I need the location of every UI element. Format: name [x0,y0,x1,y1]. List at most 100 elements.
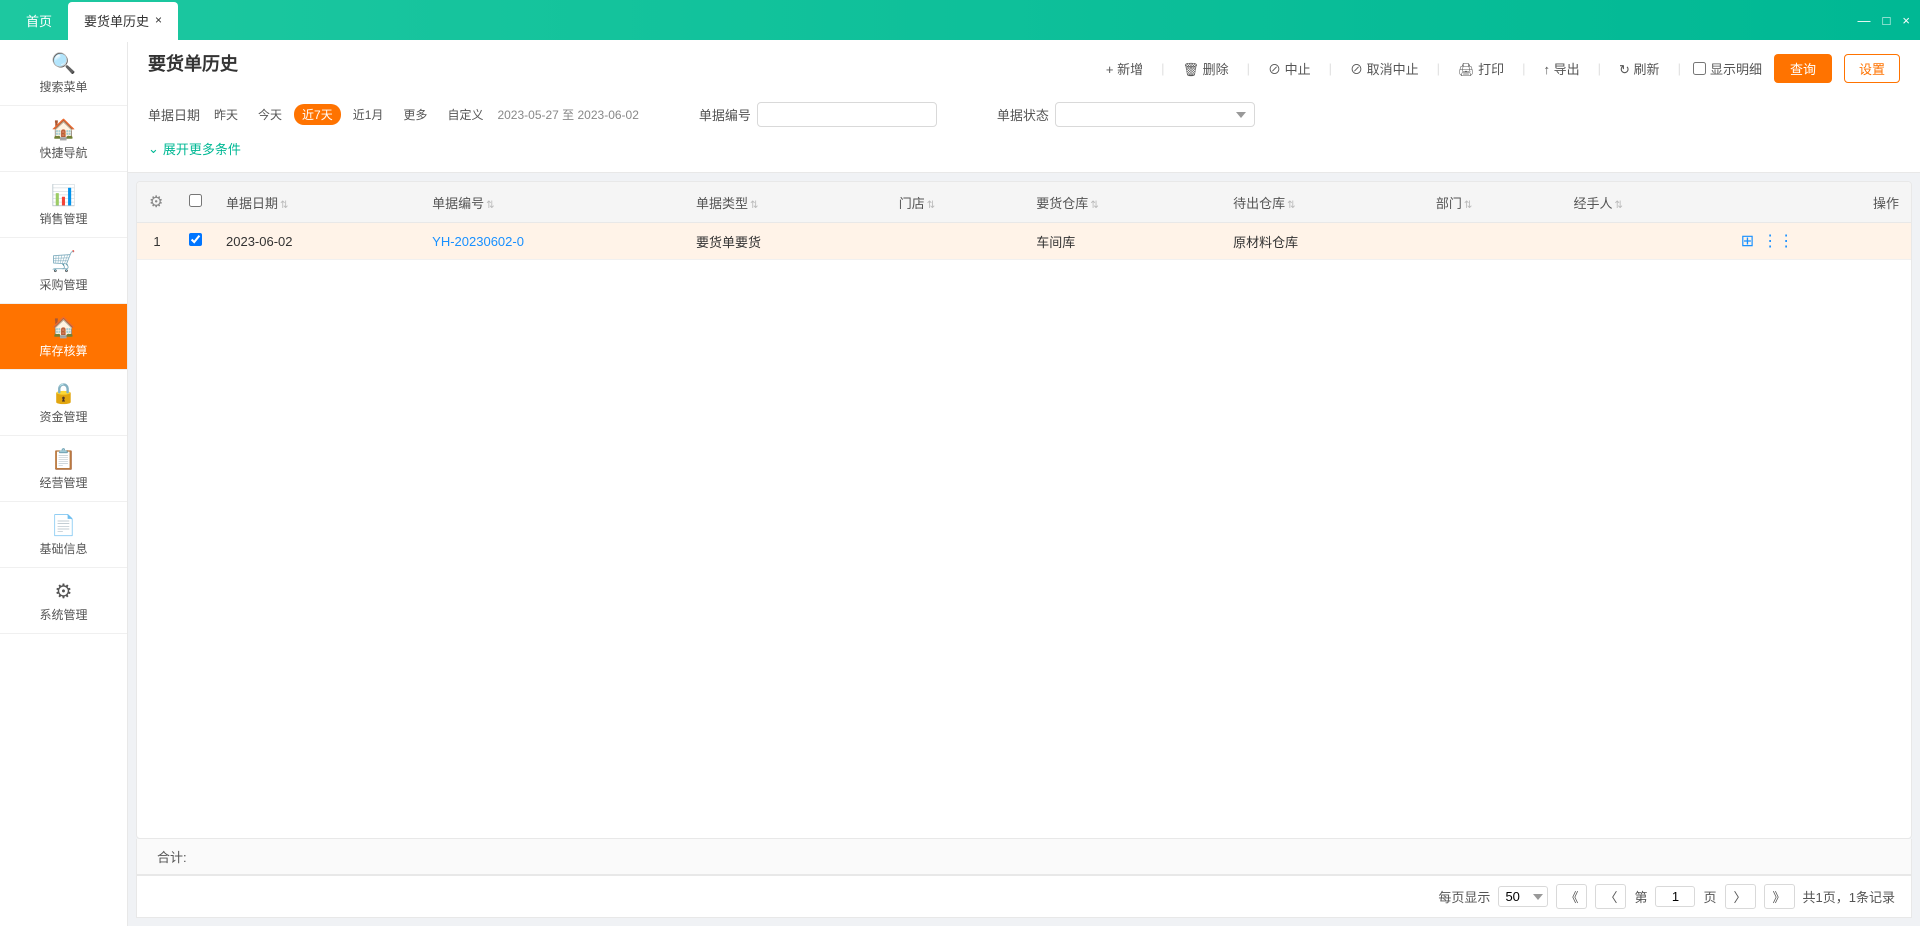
show-detail-checkbox[interactable] [1693,62,1706,75]
cancel-stop-button[interactable]: ⊘ 取消中止 [1344,55,1425,82]
th-handler: 经手人⇅ [1561,182,1728,223]
sidebar-item-shortcuts[interactable]: 🏠 快捷导航 [0,106,127,172]
row-checkbox[interactable] [189,233,202,246]
sidebar-item-purchase[interactable]: 🛒 采购管理 [0,238,127,304]
row-num: 1 [137,223,177,260]
date-opt-1month[interactable]: 近1月 [345,104,392,125]
th-store-label: 门店 [899,196,925,211]
sidebar-item-operations[interactable]: 📋 经营管理 [0,436,127,502]
view-action-icon[interactable]: ⊞ [1741,231,1754,251]
next-page-button[interactable]: 〉 [1725,884,1756,909]
doc-status-select[interactable] [1055,102,1255,127]
minimize-btn[interactable]: — [1858,13,1871,28]
prev-page-button[interactable]: 〈 [1595,884,1626,909]
sidebar-label-system: 系统管理 [39,606,87,623]
close-btn[interactable]: × [1902,13,1910,28]
query-button[interactable]: 查询 [1774,54,1832,83]
date-filter-label: 单据日期 [148,105,200,124]
th-doc-date: 单据日期⇅ [214,182,420,223]
row-checkbox-cell[interactable] [177,223,214,260]
print-button[interactable]: 🖨 打印 [1452,55,1510,82]
sidebar-item-sales[interactable]: 📊 销售管理 [0,172,127,238]
clipboard-icon: 📋 [51,450,76,470]
date-opt-custom[interactable]: 自定义 [439,104,491,125]
th-doc-type: 单据类型⇅ [684,182,887,223]
sidebar-label-purchase: 采购管理 [39,276,87,293]
th-doc-number-label: 单据编号 [432,196,484,211]
table-row[interactable]: 1 2023-06-02 YH-20230602-0 要货单要货 车间库 原材料… [137,223,1911,260]
cell-department [1424,223,1562,260]
gear-icon: ⚙ [55,582,73,602]
cell-handler [1561,223,1728,260]
th-action: 操作 [1729,182,1911,223]
cell-action: ⊞ ⋮⋮ [1729,223,1911,260]
filter-group-doc-number: 单据编号 [699,102,937,127]
first-page-button[interactable]: 《 [1556,884,1587,909]
maximize-btn[interactable]: □ [1883,13,1891,28]
jump-label: 第 [1634,887,1647,906]
cell-store [887,223,1025,260]
date-opt-7days[interactable]: 近7天 [294,104,341,125]
expand-more-button[interactable]: ⌄ 展开更多条件 [148,135,241,162]
settings-button[interactable]: 设置 [1844,54,1900,83]
inventory-icon: 🏠 [51,318,76,338]
tab-requisition-history[interactable]: 要货单历史 × [68,2,178,42]
export-button[interactable]: ↑ 导出 [1538,55,1586,82]
sidebar-item-inventory[interactable]: 🏠 库存核算 [0,304,127,370]
show-detail-toggle[interactable]: 显示明细 [1693,59,1762,78]
tab-home[interactable]: 首页 [10,0,68,40]
page-suffix: 页 [1703,887,1716,906]
date-opt-today[interactable]: 今天 [250,104,290,125]
doc-number-label: 单据编号 [699,105,751,124]
sort-icon-handler: ⇅ [1615,200,1623,211]
date-opt-more[interactable]: 更多 [395,104,435,125]
new-button[interactable]: + 新增 [1100,55,1149,82]
sidebar-item-basic[interactable]: 📄 基础信息 [0,502,127,568]
total-info: 共1页，1条记录 [1803,887,1895,906]
th-handler-label: 经手人 [1573,196,1612,211]
table-footer: 合计: [136,839,1912,875]
filter-group-doc-status: 单据状态 [997,102,1255,127]
cell-doc-number: YH-20230602-0 [420,223,684,260]
sidebar: 🔍 搜索菜单 🏠 快捷导航 📊 销售管理 🛒 采购管理 🏠 库存核算 🔒 资金管… [0,40,128,926]
total-label: 合计: [157,850,187,865]
last-page-button[interactable]: 》 [1764,884,1795,909]
delete-button[interactable]: 🗑 删除 [1176,55,1234,82]
sidebar-item-finance[interactable]: 🔒 资金管理 [0,370,127,436]
per-page-select[interactable]: 20 50 100 [1498,886,1548,907]
sidebar-item-system[interactable]: ⚙ 系统管理 [0,568,127,634]
data-table: ⚙ 单据日期⇅ 单据编号 ⇅ 单据类型⇅ [137,182,1911,260]
cell-req-warehouse: 车间库 [1024,223,1221,260]
sidebar-label-search: 搜索菜单 [39,78,87,95]
more-action-icon[interactable]: ⋮⋮ [1762,231,1794,251]
stop-button[interactable]: ⊘ 中止 [1262,55,1317,82]
sort-icon-department: ⇅ [1464,200,1472,211]
row-action-icons: ⊞ ⋮⋮ [1741,231,1899,251]
window-controls: — □ × [1858,13,1910,28]
page-header-toolbar: 要货单历史 + 新增 | 🗑 删除 | ⊘ 中止 | ⊘ 取消中止 | 🖨 打印… [128,40,1920,92]
refresh-button[interactable]: ↻ 刷新 [1613,55,1666,82]
th-settings[interactable]: ⚙ [137,182,177,223]
data-table-container: ⚙ 单据日期⇅ 单据编号 ⇅ 单据类型⇅ [136,181,1912,839]
expand-more-icon: ⌄ [148,141,159,157]
search-icon: 🔍 [51,54,76,74]
lock-icon: 🔒 [51,384,76,404]
doc-number-link[interactable]: YH-20230602-0 [432,234,524,249]
sort-icon-req-warehouse: ⇅ [1090,200,1098,211]
table-settings-icon[interactable]: ⚙ [149,194,163,211]
th-req-warehouse: 要货仓库⇅ [1024,182,1221,223]
tab-close-icon[interactable]: × [155,13,162,27]
main-layout: 🔍 搜索菜单 🏠 快捷导航 📊 销售管理 🛒 采购管理 🏠 库存核算 🔒 资金管… [0,40,1920,926]
sidebar-label-sales: 销售管理 [39,210,87,227]
sidebar-label-inventory: 库存核算 [39,342,87,359]
filter-bar: 单据日期 昨天 今天 近7天 近1月 更多 自定义 2023-05-27 至 2… [128,92,1920,172]
doc-number-input[interactable] [757,102,937,127]
top-bar: 首页 要货单历史 × — □ × [0,0,1920,40]
filter-row-expand: ⌄ 展开更多条件 [148,135,1900,162]
per-page-label: 每页显示 [1438,887,1490,906]
sidebar-label-operations: 经营管理 [39,474,87,491]
select-all-checkbox[interactable] [189,194,202,207]
date-opt-yesterday[interactable]: 昨天 [206,104,246,125]
sidebar-item-search[interactable]: 🔍 搜索菜单 [0,40,127,106]
page-number-input[interactable] [1655,886,1695,907]
